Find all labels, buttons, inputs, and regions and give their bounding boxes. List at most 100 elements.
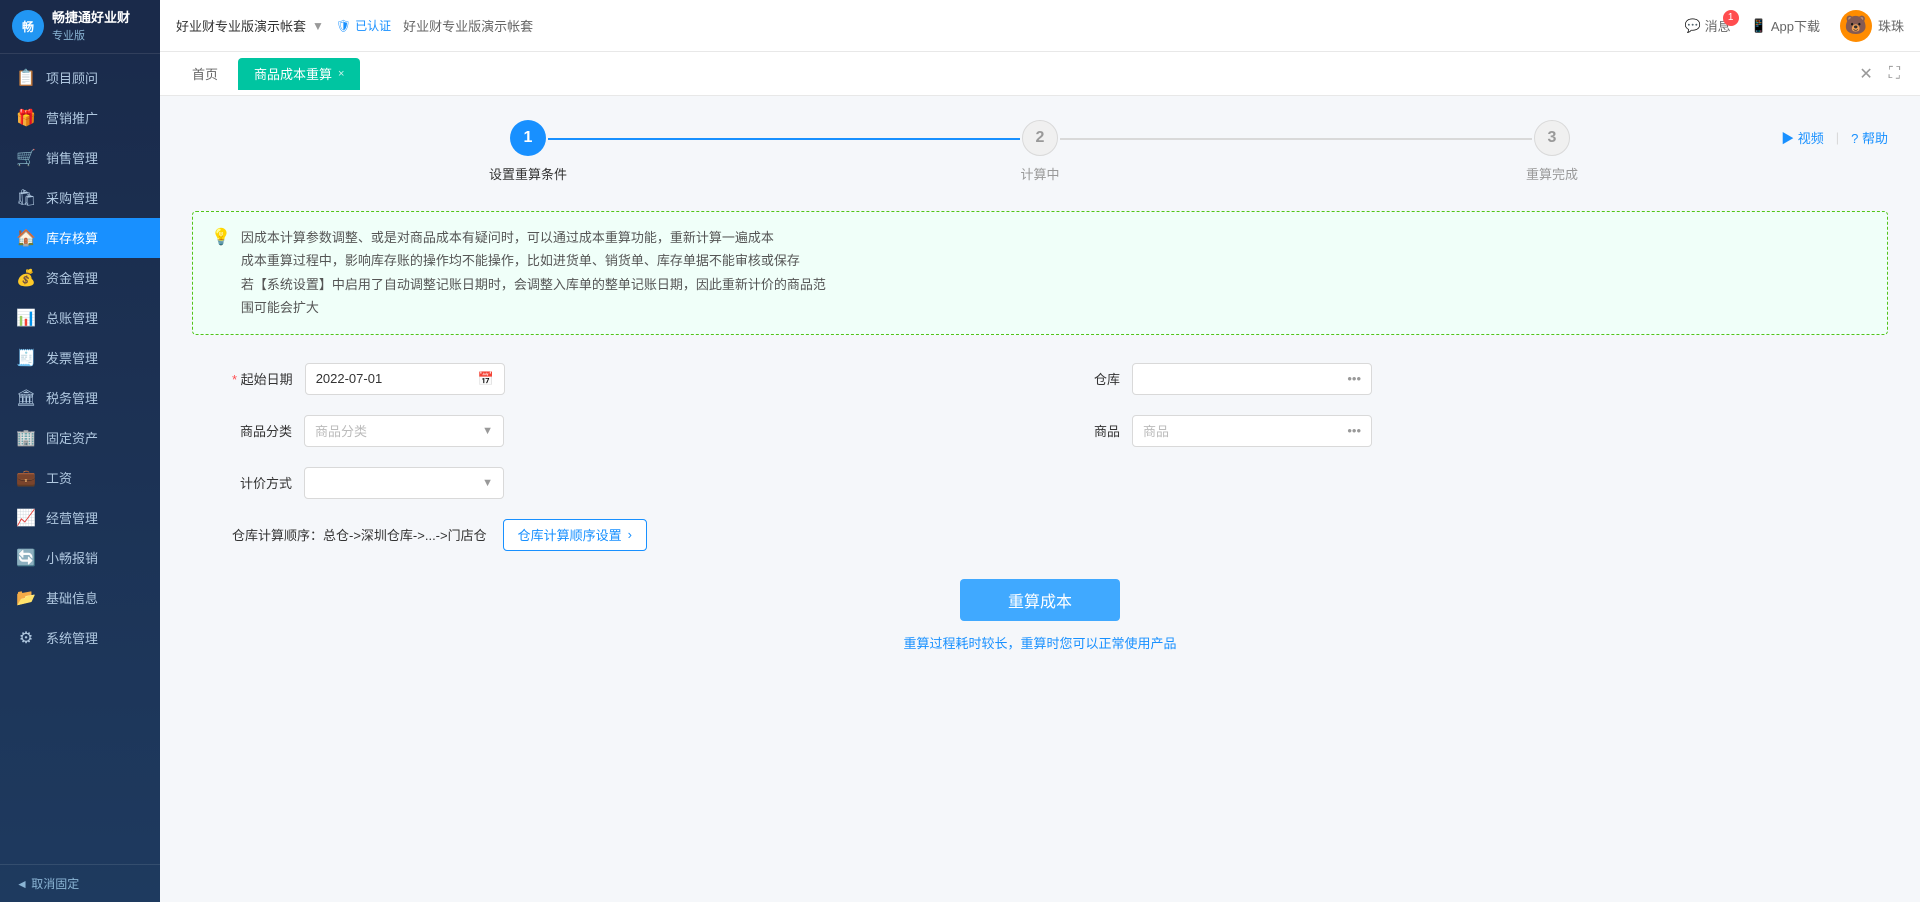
sidebar-item-label: 库存核算 [46, 228, 98, 247]
sidebar-item-marketing[interactable]: 🎁 营销推广 [0, 98, 160, 138]
question-icon: ? [1851, 131, 1858, 146]
verified-text: 已认证 [355, 17, 391, 34]
start-date-label: 起始日期 [232, 369, 293, 388]
sidebar-item-label: 营销推广 [46, 108, 98, 127]
sidebar-item-assets[interactable]: 🏢 固定资产 [0, 418, 160, 458]
info-line2: 成本重算过程中，影响库存账的操作均不能操作，比如进货单、销货单、库存单据不能审核… [241, 249, 826, 272]
video-link[interactable]: ▶ 视频 [1781, 128, 1824, 147]
finance-icon: 💰 [16, 268, 36, 288]
unpin-label: ◄ 取消固定 [16, 875, 79, 892]
step1-circle: 1 [510, 120, 546, 156]
pricing-chevron-icon: ▼ [482, 477, 493, 489]
phone-icon: 📱 [1751, 18, 1767, 34]
sidebar-item-label: 采购管理 [46, 188, 98, 207]
system-icon: ⚙ [16, 628, 36, 648]
main-area: 好业财专业版演示帐套 ▼ 🛡 已认证 好业财专业版演示帐套 💬 消息 1 📱 A… [160, 0, 1920, 902]
step3-label: 重算完成 [1526, 164, 1578, 183]
help-link[interactable]: ? 帮助 [1851, 128, 1888, 147]
category-field: 商品分类 商品分类 ▼ [232, 415, 1020, 447]
tab-home-label: 首页 [192, 64, 218, 83]
message-badge: 1 [1723, 10, 1739, 26]
sidebar-item-label: 基础信息 [46, 588, 98, 607]
info-line3: 若【系统设置】中启用了自动调整记账日期时，会调整入库单的整单记账日期，因此重新计… [241, 273, 826, 296]
sidebar-header: 畅 畅捷通好业财 专业版 [0, 0, 160, 54]
product-label: 商品 [1060, 421, 1120, 440]
sidebar-item-system[interactable]: ⚙ 系统管理 [0, 618, 160, 658]
account-chevron-icon: ▼ [312, 19, 324, 33]
tab-close-icon[interactable]: × [338, 68, 344, 80]
message-button[interactable]: 💬 消息 1 [1684, 16, 1730, 35]
play-icon: ▶ [1781, 131, 1794, 146]
info-line1: 因成本计算参数调整、或是对商品成本有疑问时，可以通过成本重算功能，重新计算一遍成… [241, 226, 826, 249]
sidebar-item-label: 系统管理 [46, 628, 98, 647]
sidebar-item-inventory[interactable]: 🏠 库存核算 [0, 218, 160, 258]
category-chevron-icon: ▼ [482, 425, 493, 437]
sidebar-item-operations[interactable]: 📈 经营管理 [0, 498, 160, 538]
stepper-step1: 1 设置重算条件 [272, 120, 784, 183]
pricing-select[interactable]: ▼ [304, 467, 504, 499]
sidebar-item-basic[interactable]: 📂 基础信息 [0, 578, 160, 618]
category-select[interactable]: 商品分类 ▼ [304, 415, 504, 447]
stepper: 1 设置重算条件 2 计算中 3 重算完成 ▶ [192, 120, 1888, 183]
sidebar: 畅 畅捷通好业财 专业版 📋 项目顾问 🎁 营销推广 🛒 销售管理 🛍 采购管理… [0, 0, 160, 902]
account-selector[interactable]: 好业财专业版演示帐套 ▼ [176, 16, 324, 35]
product-placeholder: 商品 [1143, 421, 1169, 440]
pricing-label: 计价方式 [232, 473, 292, 492]
dots-icon[interactable]: ••• [1347, 371, 1361, 386]
inventory-icon: 🏠 [16, 228, 36, 248]
form-row-2: 商品分类 商品分类 ▼ 商品 商品 ••• [232, 415, 1848, 447]
sidebar-item-label: 总账管理 [46, 308, 98, 327]
category-placeholder: 商品分类 [315, 421, 367, 440]
step2-label: 计算中 [1020, 164, 1059, 183]
info-box: 💡 因成本计算参数调整、或是对商品成本有疑问时，可以通过成本重算功能，重新计算一… [192, 211, 1888, 335]
warehouse-field: 仓库 ••• [1060, 363, 1848, 395]
expense-icon: 🔄 [16, 548, 36, 568]
message-icon: 💬 [1684, 18, 1700, 34]
category-label: 商品分类 [232, 421, 292, 440]
username: 珠珠 [1878, 16, 1904, 35]
topbar-actions: 💬 消息 1 📱 App下载 🐻 珠珠 [1684, 10, 1904, 42]
start-date-input[interactable]: 2022-07-01 📅 [305, 363, 505, 395]
warehouse-order-btn[interactable]: 仓库计算顺序设置 › [503, 519, 647, 551]
payroll-icon: 💼 [16, 468, 36, 488]
sidebar-item-finance[interactable]: 💰 资金管理 [0, 258, 160, 298]
close-window-icon[interactable]: ✕ [1855, 60, 1876, 88]
recalc-section: 重算成本 重算过程耗时较长，重算时您可以正常使用产品 [232, 579, 1848, 652]
warehouse-input[interactable]: ••• [1132, 363, 1372, 395]
topbar: 好业财专业版演示帐套 ▼ 🛡 已认证 好业财专业版演示帐套 💬 消息 1 📱 A… [160, 0, 1920, 52]
sidebar-item-project[interactable]: 📋 项目顾问 [0, 58, 160, 98]
info-icon: 💡 [211, 227, 231, 247]
assets-icon: 🏢 [16, 428, 36, 448]
start-date-value: 2022-07-01 [316, 371, 383, 386]
expand-icon[interactable]: ⛶ [1885, 61, 1904, 87]
app-download-button[interactable]: 📱 App下载 [1751, 16, 1820, 35]
purchase-icon: 🛍 [16, 188, 36, 208]
user-profile[interactable]: 🐻 珠珠 [1840, 10, 1904, 42]
form-row-3: 计价方式 ▼ [232, 467, 1848, 499]
basic-icon: 📂 [16, 588, 36, 608]
tab-home[interactable]: 首页 [176, 58, 234, 90]
sidebar-item-label: 资金管理 [46, 268, 98, 287]
sidebar-item-payroll[interactable]: 💼 工资 [0, 458, 160, 498]
sidebar-item-invoice[interactable]: 🧾 发票管理 [0, 338, 160, 378]
stepper-step3: 3 重算完成 [1296, 120, 1808, 183]
tabs-bar: 首页 商品成本重算 × ✕ ⛶ [160, 52, 1920, 96]
pricing-field: 计价方式 ▼ [232, 467, 1020, 499]
invoice-icon: 🧾 [16, 348, 36, 368]
sidebar-item-label: 项目顾问 [46, 68, 98, 87]
calendar-icon[interactable]: 📅 [478, 371, 494, 387]
product-field: 商品 商品 ••• [1060, 415, 1848, 447]
sidebar-item-sales[interactable]: 🛒 销售管理 [0, 138, 160, 178]
tab-cost-recalc[interactable]: 商品成本重算 × [238, 58, 360, 90]
sidebar-item-purchase[interactable]: 🛍 采购管理 [0, 178, 160, 218]
product-input[interactable]: 商品 ••• [1132, 415, 1372, 447]
recalc-button[interactable]: 重算成本 [960, 579, 1120, 621]
sidebar-item-accounting[interactable]: 📊 总账管理 [0, 298, 160, 338]
product-dots-icon[interactable]: ••• [1347, 423, 1361, 438]
form-section: 起始日期 2022-07-01 📅 仓库 ••• 商品分 [192, 363, 1888, 652]
step1-label: 设置重算条件 [489, 164, 567, 183]
sidebar-item-tax[interactable]: 🏛 税务管理 [0, 378, 160, 418]
sidebar-item-expense[interactable]: 🔄 小畅报销 [0, 538, 160, 578]
sidebar-unpin-button[interactable]: ◄ 取消固定 [0, 864, 160, 902]
tax-icon: 🏛 [16, 388, 36, 408]
